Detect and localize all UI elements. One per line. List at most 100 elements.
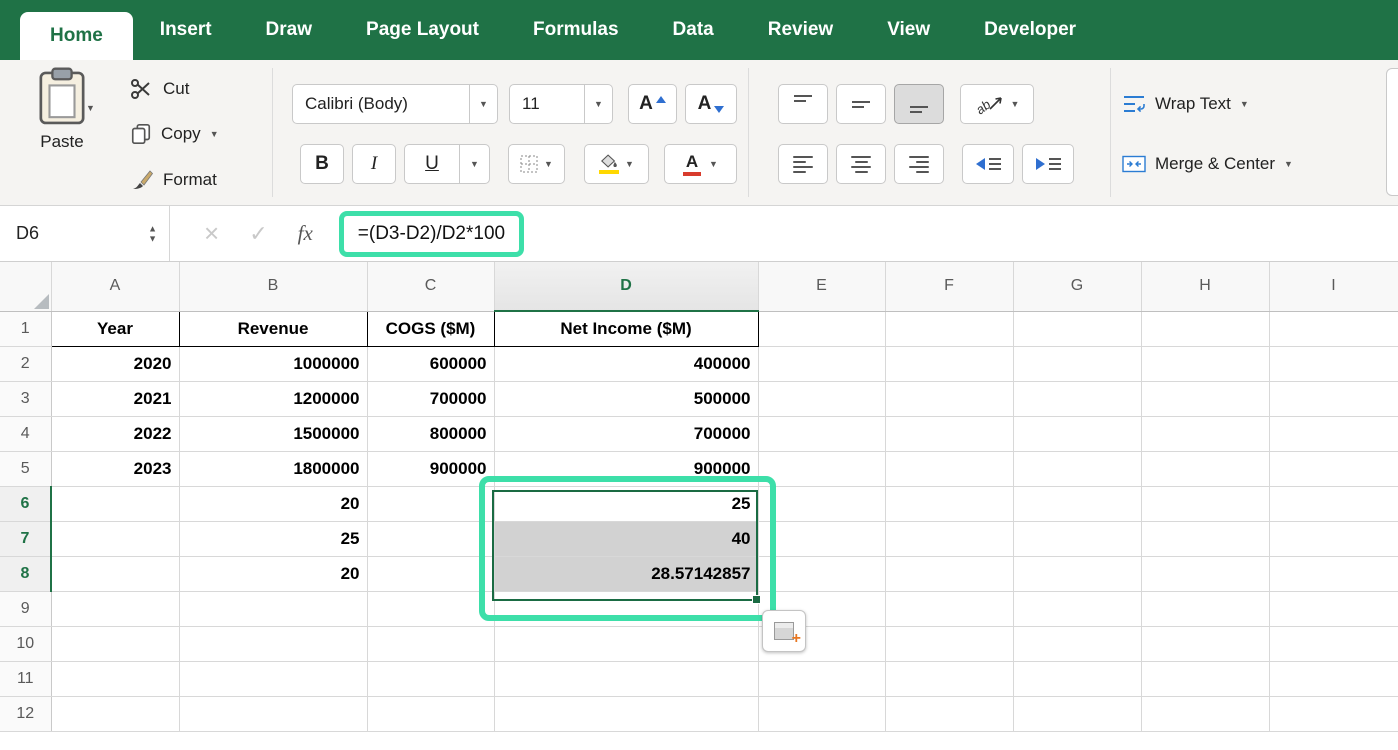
name-box-stepper[interactable]: ▲ ▼ [148, 224, 157, 243]
cell[interactable] [885, 556, 1014, 592]
cell[interactable] [1013, 626, 1142, 662]
cell[interactable] [1013, 661, 1142, 697]
tab-view[interactable]: View [860, 0, 957, 60]
column-header-d[interactable]: D [494, 262, 759, 312]
cell[interactable] [494, 591, 759, 627]
align-right-button[interactable] [894, 144, 944, 184]
tab-home[interactable]: Home [20, 12, 133, 60]
cell[interactable] [1141, 451, 1270, 487]
cell-d1[interactable]: Net Income ($M) [493, 310, 759, 347]
cell[interactable] [367, 661, 495, 697]
fill-color-dropdown-icon[interactable]: ▼ [625, 159, 634, 169]
cell-c5[interactable]: 900000 [367, 451, 495, 487]
tab-insert[interactable]: Insert [133, 0, 239, 60]
cell[interactable] [367, 626, 495, 662]
underline-button[interactable]: U ▼ [404, 144, 490, 184]
row-header-7[interactable]: 7 [0, 521, 52, 557]
increase-indent-button[interactable] [1022, 144, 1074, 184]
cell[interactable] [1141, 416, 1270, 452]
cell[interactable] [1013, 346, 1142, 382]
cell-d5[interactable]: 900000 [494, 451, 759, 487]
cell[interactable] [1141, 591, 1270, 627]
cell[interactable] [758, 556, 886, 592]
row-header-11[interactable]: 11 [0, 661, 52, 697]
cell[interactable] [51, 661, 180, 697]
cell-b8[interactable]: 20 [179, 556, 368, 592]
italic-button[interactable]: I [352, 144, 396, 184]
cell-b6[interactable]: 20 [179, 486, 368, 522]
column-header-b[interactable]: B [179, 262, 368, 312]
wrap-text-dropdown-icon[interactable]: ▼ [1240, 99, 1249, 109]
merge-center-button[interactable]: Merge & Center ▼ [1122, 148, 1293, 180]
select-all-corner[interactable] [0, 262, 52, 312]
merge-center-dropdown-icon[interactable]: ▼ [1284, 159, 1293, 169]
cell[interactable] [1013, 591, 1142, 627]
cell[interactable] [1269, 626, 1398, 662]
row-header-5[interactable]: 5 [0, 451, 52, 487]
font-color-button[interactable]: A ▼ [664, 144, 737, 184]
cell-d7[interactable]: 40 [494, 521, 759, 557]
cell[interactable] [758, 346, 886, 382]
cell-d4[interactable]: 700000 [494, 416, 759, 452]
cell-a1[interactable]: Year [50, 310, 180, 347]
cell[interactable] [51, 591, 180, 627]
cell[interactable] [1269, 556, 1398, 592]
cell-d8[interactable]: 28.57142857 [494, 556, 759, 592]
cell[interactable] [758, 521, 886, 557]
cell[interactable] [1141, 661, 1270, 697]
cell[interactable] [1141, 556, 1270, 592]
underline-dropdown-icon[interactable]: ▼ [459, 145, 489, 183]
cell[interactable] [885, 346, 1014, 382]
cell[interactable] [758, 311, 886, 347]
borders-button[interactable]: ▼ [508, 144, 565, 184]
font-size-select[interactable]: 11 ▼ [509, 84, 613, 124]
enter-icon[interactable]: ✓ [249, 221, 267, 247]
cell[interactable] [1269, 311, 1398, 347]
cell-b5[interactable]: 1800000 [179, 451, 368, 487]
cell[interactable] [1141, 381, 1270, 417]
column-header-c[interactable]: C [367, 262, 495, 312]
row-header-10[interactable]: 10 [0, 626, 52, 662]
cell[interactable] [1013, 381, 1142, 417]
cell[interactable] [1013, 696, 1142, 732]
cell[interactable] [1269, 451, 1398, 487]
cell-c6[interactable] [367, 486, 495, 522]
cell[interactable] [1141, 696, 1270, 732]
row-header-4[interactable]: 4 [0, 416, 52, 452]
cell-c4[interactable]: 800000 [367, 416, 495, 452]
cell[interactable] [51, 696, 180, 732]
text-orientation-button[interactable]: ab ▼ [960, 84, 1034, 124]
cell[interactable] [1141, 311, 1270, 347]
cell-a4[interactable]: 2022 [51, 416, 180, 452]
fill-color-button[interactable]: ▼ [584, 144, 649, 184]
formula-input[interactable]: =(D3-D2)/D2*100 [358, 223, 505, 244]
wrap-text-button[interactable]: Wrap Text ▼ [1122, 88, 1249, 120]
orientation-dropdown-icon[interactable]: ▼ [1011, 99, 1020, 109]
cell[interactable] [1269, 521, 1398, 557]
fill-options-button[interactable]: + [762, 610, 806, 652]
column-header-e[interactable]: E [758, 262, 886, 312]
cell[interactable] [1269, 416, 1398, 452]
format-button[interactable]: Format [130, 165, 217, 195]
font-family-select[interactable]: Calibri (Body) ▼ [292, 84, 498, 124]
cell-c3[interactable]: 700000 [367, 381, 495, 417]
align-top-button[interactable] [778, 84, 828, 124]
cell-b3[interactable]: 1200000 [179, 381, 368, 417]
increase-font-size-button[interactable]: A [628, 84, 677, 124]
cell[interactable] [885, 311, 1014, 347]
borders-dropdown-icon[interactable]: ▼ [544, 159, 553, 169]
cell-c1[interactable]: COGS ($M) [366, 310, 495, 347]
copy-button[interactable]: Copy ▼ [130, 119, 219, 149]
cell[interactable] [1269, 486, 1398, 522]
cell[interactable] [1141, 626, 1270, 662]
cell-c8[interactable] [367, 556, 495, 592]
cell[interactable] [885, 591, 1014, 627]
decrease-indent-button[interactable] [962, 144, 1014, 184]
cell[interactable] [885, 661, 1014, 697]
cell[interactable] [758, 451, 886, 487]
cell[interactable] [885, 521, 1014, 557]
cell-d6-active[interactable]: 25 [494, 486, 759, 522]
row-header-12[interactable]: 12 [0, 696, 52, 732]
cell[interactable] [758, 661, 886, 697]
align-middle-button[interactable] [836, 84, 886, 124]
